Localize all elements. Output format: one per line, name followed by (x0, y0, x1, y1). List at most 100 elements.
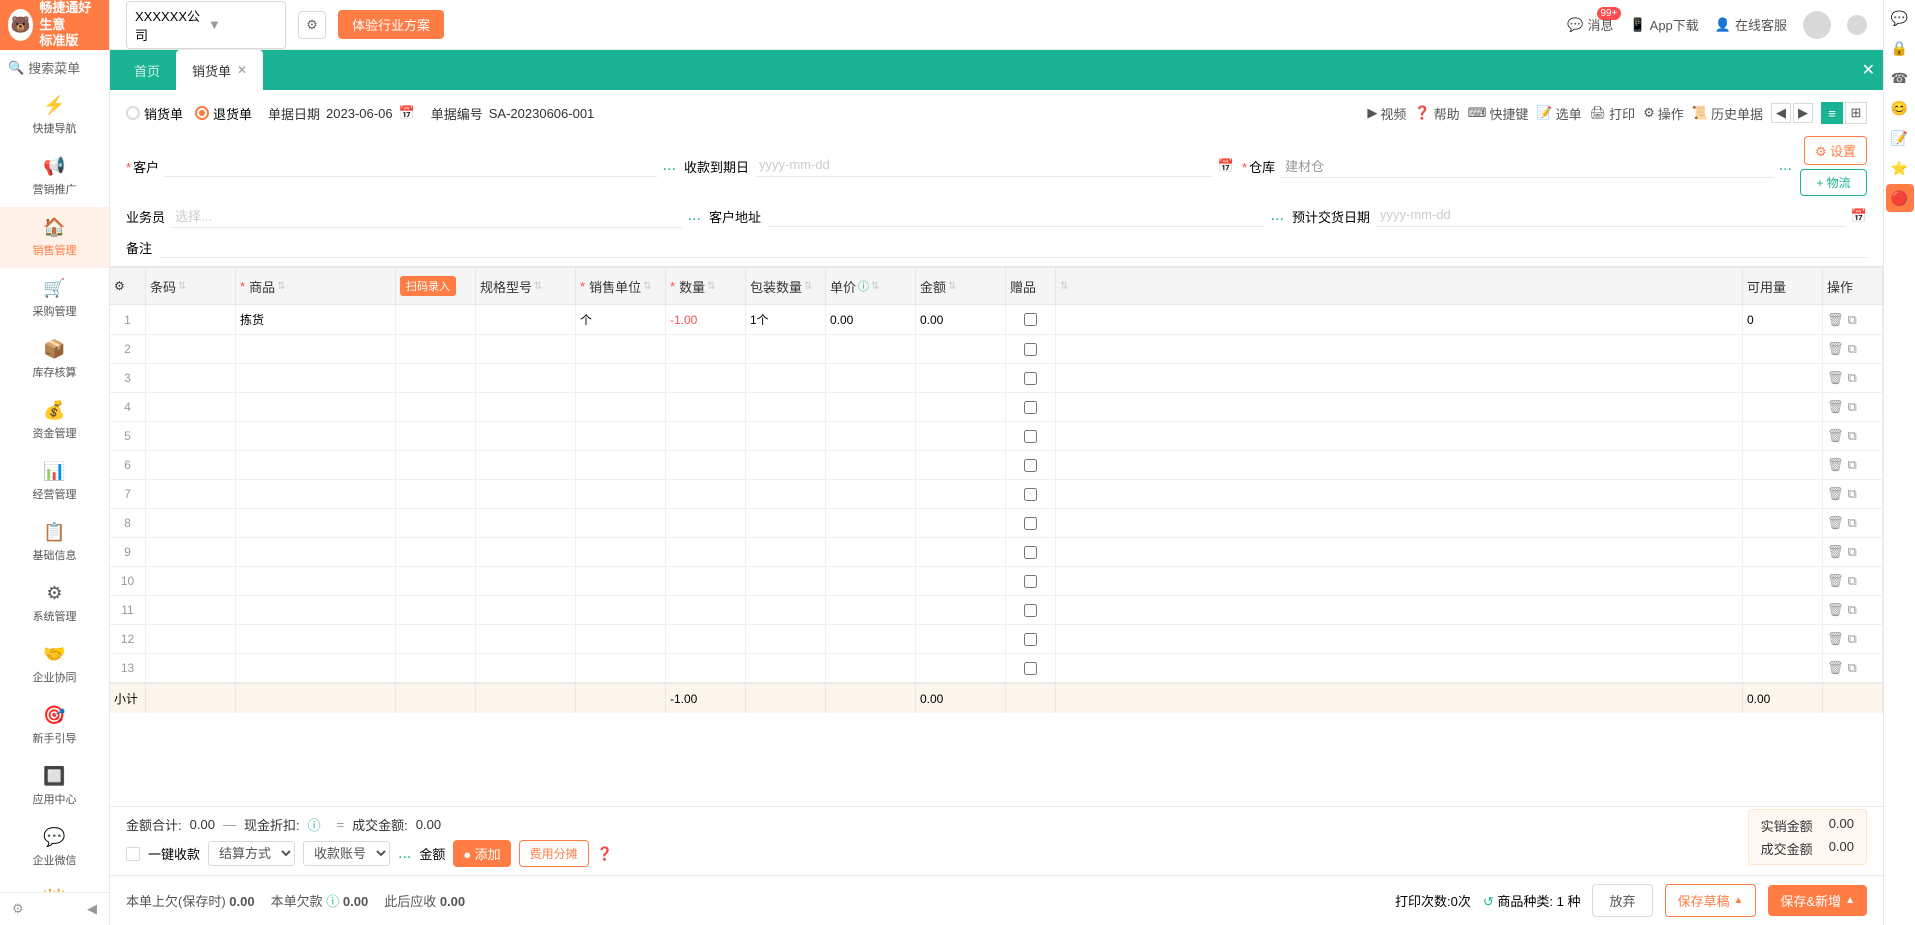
warehouse-input[interactable]: 建材仓 (1281, 154, 1773, 178)
row-unit-1[interactable]: 个 (576, 305, 666, 334)
list-view-btn[interactable]: ≡ (1821, 102, 1843, 124)
delete-icon-1[interactable]: 🗑 (1827, 312, 1844, 328)
radio-sales-order[interactable]: 销货单 (126, 104, 183, 123)
copy-icon-13[interactable]: ⧉ (1848, 660, 1857, 676)
tab-home[interactable]: 首页 (118, 50, 176, 90)
sidebar-item-appstore[interactable]: 🔲 应用中心 (0, 756, 109, 817)
add-payment-button[interactable]: ● 添加 (453, 840, 510, 867)
gift-checkbox-10[interactable] (1024, 575, 1037, 588)
row-price-1[interactable]: 0.00 (826, 305, 916, 334)
copy-icon-1[interactable]: ⧉ (1848, 312, 1857, 328)
delete-icon-12[interactable]: 🗑 (1827, 631, 1844, 647)
gift-checkbox-7[interactable] (1024, 488, 1037, 501)
customer-input[interactable] (165, 155, 657, 177)
gift-checkbox-2[interactable] (1024, 343, 1037, 356)
delete-icon-7[interactable]: 🗑 (1827, 486, 1844, 502)
setting-button[interactable]: ⚙ 设置 (1804, 136, 1867, 165)
gift-checkbox-9[interactable] (1024, 546, 1037, 559)
online-service-button[interactable]: 👤 在线客服 (1715, 15, 1787, 34)
fee-split-button[interactable]: 费用分摊 (519, 840, 589, 867)
tab-sales-order[interactable]: 销货单 ✕ (176, 50, 263, 90)
select-btn[interactable]: 📝 选单 (1536, 104, 1581, 123)
copy-icon-2[interactable]: ⧉ (1848, 341, 1857, 357)
tab-close-icon[interactable]: ✕ (237, 63, 247, 77)
rt-emoji-btn[interactable]: 😊 (1886, 94, 1914, 122)
rt-lock-btn[interactable]: 🔒 (1886, 34, 1914, 62)
row-barcode-2[interactable] (146, 335, 236, 363)
row-pack-1[interactable]: 1个 (746, 305, 826, 334)
logistics-button[interactable]: + 物流 (1800, 169, 1867, 196)
sidebar-item-guide[interactable]: 🎯 新手引导 (0, 695, 109, 756)
rt-active-btn[interactable]: 🔴 (1886, 184, 1914, 212)
address-dots[interactable]: ... (1271, 207, 1284, 225)
print-btn[interactable]: 🖨 打印 (1590, 104, 1636, 123)
row-product-2[interactable] (236, 335, 396, 363)
save-draft-button[interactable]: 保存草稿 ▲ (1665, 884, 1757, 917)
app-download-button[interactable]: 📱 App下载 (1629, 15, 1698, 34)
delete-icon-3[interactable]: 🗑 (1827, 370, 1844, 386)
sidebar-item-basic[interactable]: 📋 基础信息 (0, 512, 109, 573)
sidebar-item-corp[interactable]: 🤝 企业协同 (0, 634, 109, 695)
gift-checkbox-5[interactable] (1024, 430, 1037, 443)
sidebar-item-operation[interactable]: 📊 经营管理 (0, 451, 109, 512)
row-spec-1[interactable] (476, 305, 576, 334)
sidebar-item-inventory[interactable]: 📦 库存核算 (0, 329, 109, 390)
shortcut-btn[interactable]: ⌨ 快捷键 (1468, 104, 1529, 123)
sidebar-item-system[interactable]: ⚙ 系统管理 (0, 573, 109, 634)
copy-icon-5[interactable]: ⧉ (1848, 428, 1857, 444)
settings-button[interactable]: ⚙ (298, 11, 326, 39)
delete-icon-11[interactable]: 🗑 (1827, 602, 1844, 618)
delete-icon-10[interactable]: 🗑 (1827, 573, 1844, 589)
copy-icon-11[interactable]: ⧉ (1848, 602, 1857, 618)
sidebar-item-wechat[interactable]: 💬 企业微信 (0, 817, 109, 878)
trial-button[interactable]: 体验行业方案 (338, 10, 444, 39)
settings-icon[interactable]: ⚙ (12, 901, 24, 917)
history-btn[interactable]: 📜 历史单据 (1692, 104, 1763, 123)
sidebar-item-marketing[interactable]: 📢 营销推广 (0, 146, 109, 207)
calendar-icon[interactable]: 📅 (399, 105, 415, 121)
copy-icon-10[interactable]: ⧉ (1848, 573, 1857, 589)
sidebar-item-purchase[interactable]: 🛒 采购管理 (0, 268, 109, 329)
note-input[interactable] (160, 236, 1867, 258)
delete-icon-6[interactable]: 🗑 (1827, 457, 1844, 473)
grid-view-btn[interactable]: ⊞ (1845, 102, 1867, 124)
gift-checkbox-6[interactable] (1024, 459, 1037, 472)
delete-icon-9[interactable]: 🗑 (1827, 544, 1844, 560)
row-qty-1[interactable]: -1.00 (666, 305, 746, 334)
user-avatar[interactable] (1803, 11, 1831, 39)
help-btn[interactable]: ❓ 帮助 (1414, 104, 1459, 123)
sidebar-item-quick-nav[interactable]: ⚡ 快捷导航 (0, 85, 109, 146)
abandon-button[interactable]: 放弃 (1592, 884, 1652, 917)
row-product-1[interactable]: 拣货 (236, 305, 396, 334)
copy-icon-9[interactable]: ⧉ (1848, 544, 1857, 560)
warehouse-dots[interactable]: ... (1779, 157, 1792, 175)
scan-button[interactable]: 扫码录入 (400, 276, 456, 296)
gift-checkbox-12[interactable] (1024, 633, 1037, 646)
sidebar-item-capital[interactable]: 💰 资金管理 (0, 390, 109, 451)
video-btn[interactable]: ▶ 视频 (1367, 104, 1406, 123)
one-click-checkbox[interactable] (126, 847, 140, 861)
radio-return-order[interactable]: 退货单 (195, 104, 252, 123)
method-select[interactable]: 结算方式 (208, 841, 295, 866)
copy-icon-6[interactable]: ⧉ (1848, 457, 1857, 473)
copy-icon-3[interactable]: ⧉ (1848, 370, 1857, 386)
close-all-tabs[interactable]: ✕ (1862, 60, 1875, 80)
gift-checkbox-11[interactable] (1024, 604, 1037, 617)
delete-icon-4[interactable]: 🗑 (1827, 399, 1844, 415)
copy-icon-12[interactable]: ⧉ (1848, 631, 1857, 647)
rt-star-btn[interactable]: ⭐ (1886, 154, 1914, 182)
message-button[interactable]: 💬 消息 99+ (1567, 15, 1613, 34)
gift-checkbox-3[interactable] (1024, 372, 1037, 385)
nav-next[interactable]: ▶ (1793, 103, 1813, 123)
sidebar-item-sales[interactable]: 🏠 销售管理 (0, 207, 109, 268)
address-input[interactable] (767, 205, 1265, 227)
gift-checkbox-8[interactable] (1024, 517, 1037, 530)
save-new-button[interactable]: 保存&新增 ▲ (1768, 885, 1867, 916)
delivery-cal-icon[interactable]: 📅 (1851, 208, 1867, 224)
salesperson-dots[interactable]: ... (688, 207, 701, 225)
row-barcode-1[interactable] (146, 305, 236, 334)
delete-icon-8[interactable]: 🗑 (1827, 515, 1844, 531)
delivery-date-input[interactable]: yyyy-mm-dd (1376, 205, 1845, 227)
rt-note-btn[interactable]: 📝 (1886, 124, 1914, 152)
gift-checkbox-13[interactable] (1024, 662, 1037, 675)
